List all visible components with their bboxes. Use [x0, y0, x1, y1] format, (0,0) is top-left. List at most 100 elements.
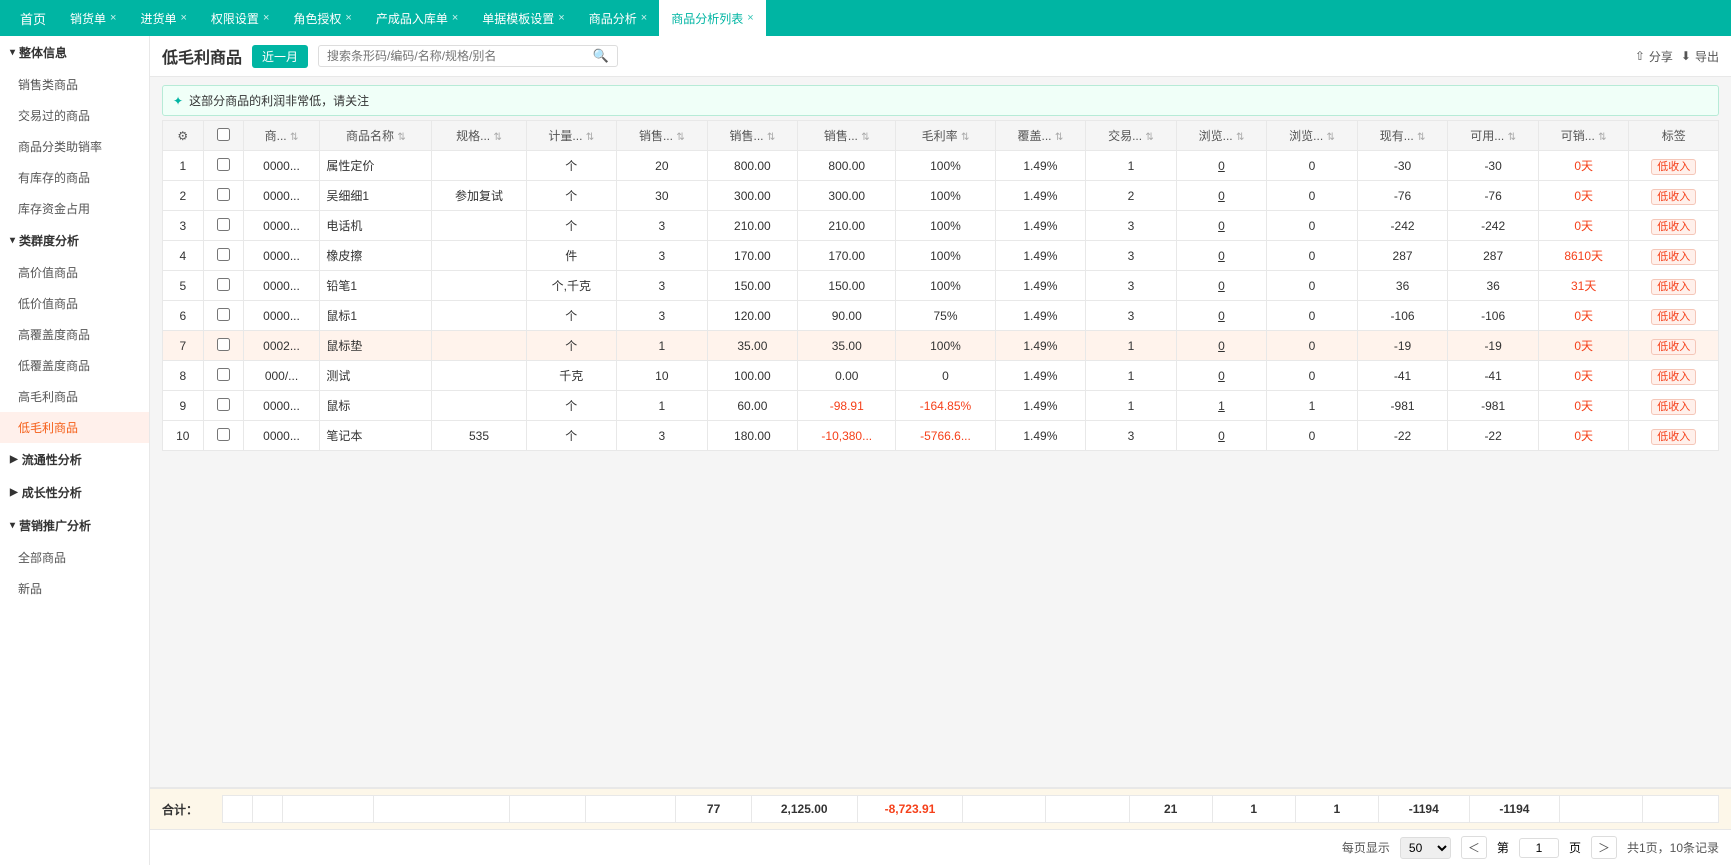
views1-link[interactable]: 0 [1218, 339, 1225, 353]
export-button[interactable]: ⬇ 导出 [1681, 48, 1719, 65]
views1-link[interactable]: 0 [1218, 249, 1225, 263]
sidebar-section-flow[interactable]: ▶ 流通性分析 [0, 443, 149, 476]
row-views1[interactable]: 0 [1176, 361, 1267, 391]
col-sales-price[interactable]: 销售... ⇅ [707, 121, 798, 151]
row-checkbox[interactable] [217, 218, 230, 231]
sidebar-section-marketing[interactable]: ▾ 营销推广分析 [0, 509, 149, 542]
views1-link[interactable]: 0 [1218, 309, 1225, 323]
row-views1[interactable]: 0 [1176, 151, 1267, 181]
col-views2[interactable]: 浏览... ⇅ [1267, 121, 1358, 151]
nav-roles[interactable]: 角色授权 × [281, 0, 363, 36]
page-number-input[interactable] [1519, 838, 1559, 858]
next-page-button[interactable]: ＞ [1591, 836, 1617, 859]
close-permissions-icon[interactable]: × [263, 12, 269, 24]
row-views1[interactable]: 0 [1176, 331, 1267, 361]
sidebar-item-new-goods[interactable]: 新品 [0, 573, 149, 604]
sidebar-item-low-margin[interactable]: 低毛利商品 [0, 412, 149, 443]
col-current-stock[interactable]: 现有... ⇅ [1357, 121, 1448, 151]
row-checkbox[interactable] [217, 338, 230, 351]
row-checkbox-cell[interactable] [203, 301, 243, 331]
close-sales-icon[interactable]: × [110, 12, 116, 24]
sidebar-item-high-margin[interactable]: 高毛利商品 [0, 381, 149, 412]
sidebar-item-low-value[interactable]: 低价值商品 [0, 288, 149, 319]
nav-product-analysis[interactable]: 商品分析 × [577, 0, 659, 36]
sidebar-section-overall[interactable]: ▾ 整体信息 [0, 36, 149, 69]
close-template-icon[interactable]: × [558, 12, 564, 24]
col-name[interactable]: 商品名称 ⇅ [320, 121, 432, 151]
row-views1[interactable]: 0 [1176, 181, 1267, 211]
col-settings[interactable]: ⚙ [163, 121, 204, 151]
nav-template-settings[interactable]: 单据模板设置 × [470, 0, 576, 36]
prev-page-button[interactable]: ＜ [1461, 836, 1487, 859]
share-button[interactable]: ⇧ 分享 [1635, 48, 1673, 65]
sidebar-section-cluster[interactable]: ▾ 类群度分析 [0, 224, 149, 257]
nav-permissions[interactable]: 权限设置 × [199, 0, 281, 36]
row-checkbox-cell[interactable] [203, 421, 243, 451]
views1-link[interactable]: 0 [1218, 189, 1225, 203]
views1-link[interactable]: 0 [1218, 159, 1225, 173]
close-analysis-list-icon[interactable]: × [747, 12, 753, 24]
col-trade[interactable]: 交易... ⇅ [1086, 121, 1177, 151]
row-checkbox-cell[interactable] [203, 271, 243, 301]
close-purchase-icon[interactable]: × [180, 12, 186, 24]
views1-link[interactable]: 0 [1218, 279, 1225, 293]
col-sellable-days[interactable]: 可销... ⇅ [1538, 121, 1629, 151]
sidebar-item-stocked-goods[interactable]: 有库存的商品 [0, 162, 149, 193]
sidebar-item-sales-goods[interactable]: 销售类商品 [0, 69, 149, 100]
row-checkbox[interactable] [217, 248, 230, 261]
row-checkbox[interactable] [217, 278, 230, 291]
sidebar-item-category-rate[interactable]: 商品分类助销率 [0, 131, 149, 162]
select-all-checkbox[interactable] [217, 128, 230, 141]
row-checkbox-cell[interactable] [203, 181, 243, 211]
row-views1[interactable]: 0 [1176, 211, 1267, 241]
col-views1[interactable]: 浏览... ⇅ [1176, 121, 1267, 151]
col-code[interactable]: 商... ⇅ [243, 121, 320, 151]
nav-purchase[interactable]: 进货单 × [128, 0, 198, 36]
period-button[interactable]: 近一月 [252, 45, 308, 68]
sidebar-item-all-goods[interactable]: 全部商品 [0, 542, 149, 573]
row-views1[interactable]: 0 [1176, 241, 1267, 271]
views1-link[interactable]: 0 [1218, 219, 1225, 233]
sidebar-item-stock-capital[interactable]: 库存资金占用 [0, 193, 149, 224]
sidebar-item-high-value[interactable]: 高价值商品 [0, 257, 149, 288]
search-input[interactable] [327, 49, 593, 63]
row-views1[interactable]: 0 [1176, 301, 1267, 331]
nav-home[interactable]: 首页 [8, 0, 58, 36]
row-views1[interactable]: 0 [1176, 271, 1267, 301]
row-checkbox[interactable] [217, 368, 230, 381]
col-coverage[interactable]: 覆盖... ⇅ [995, 121, 1086, 151]
col-checkbox[interactable] [203, 121, 243, 151]
row-checkbox[interactable] [217, 308, 230, 321]
col-sales-profit[interactable]: 销售... ⇅ [798, 121, 896, 151]
row-checkbox[interactable] [217, 188, 230, 201]
sidebar-item-high-coverage[interactable]: 高覆盖度商品 [0, 319, 149, 350]
nav-analysis-list[interactable]: 商品分析列表 × [659, 0, 765, 36]
views1-link[interactable]: 0 [1218, 369, 1225, 383]
page-size-select[interactable]: 50 100 [1400, 837, 1451, 859]
close-product-analysis-icon[interactable]: × [641, 12, 647, 24]
col-sales-qty[interactable]: 销售... ⇅ [617, 121, 708, 151]
row-checkbox-cell[interactable] [203, 361, 243, 391]
sidebar-item-low-coverage[interactable]: 低覆盖度商品 [0, 350, 149, 381]
row-checkbox-cell[interactable] [203, 331, 243, 361]
col-spec[interactable]: 规格... ⇅ [432, 121, 526, 151]
views1-link[interactable]: 0 [1218, 429, 1225, 443]
row-checkbox-cell[interactable] [203, 241, 243, 271]
row-views1[interactable]: 1 [1176, 391, 1267, 421]
row-views1[interactable]: 0 [1176, 421, 1267, 451]
row-checkbox[interactable] [217, 398, 230, 411]
col-unit[interactable]: 计量... ⇅ [526, 121, 617, 151]
col-gross-margin[interactable]: 毛利率 ⇅ [896, 121, 995, 151]
row-checkbox[interactable] [217, 158, 230, 171]
sidebar-section-growth[interactable]: ▶ 成长性分析 [0, 476, 149, 509]
views1-link[interactable]: 1 [1218, 399, 1225, 413]
row-checkbox[interactable] [217, 428, 230, 441]
nav-product-entry[interactable]: 产成品入库单 × [364, 0, 470, 36]
close-product-entry-icon[interactable]: × [452, 12, 458, 24]
col-available[interactable]: 可用... ⇅ [1448, 121, 1539, 151]
row-checkbox-cell[interactable] [203, 211, 243, 241]
close-roles-icon[interactable]: × [345, 12, 351, 24]
row-checkbox-cell[interactable] [203, 151, 243, 181]
row-checkbox-cell[interactable] [203, 391, 243, 421]
nav-sales[interactable]: 销货单 × [58, 0, 128, 36]
